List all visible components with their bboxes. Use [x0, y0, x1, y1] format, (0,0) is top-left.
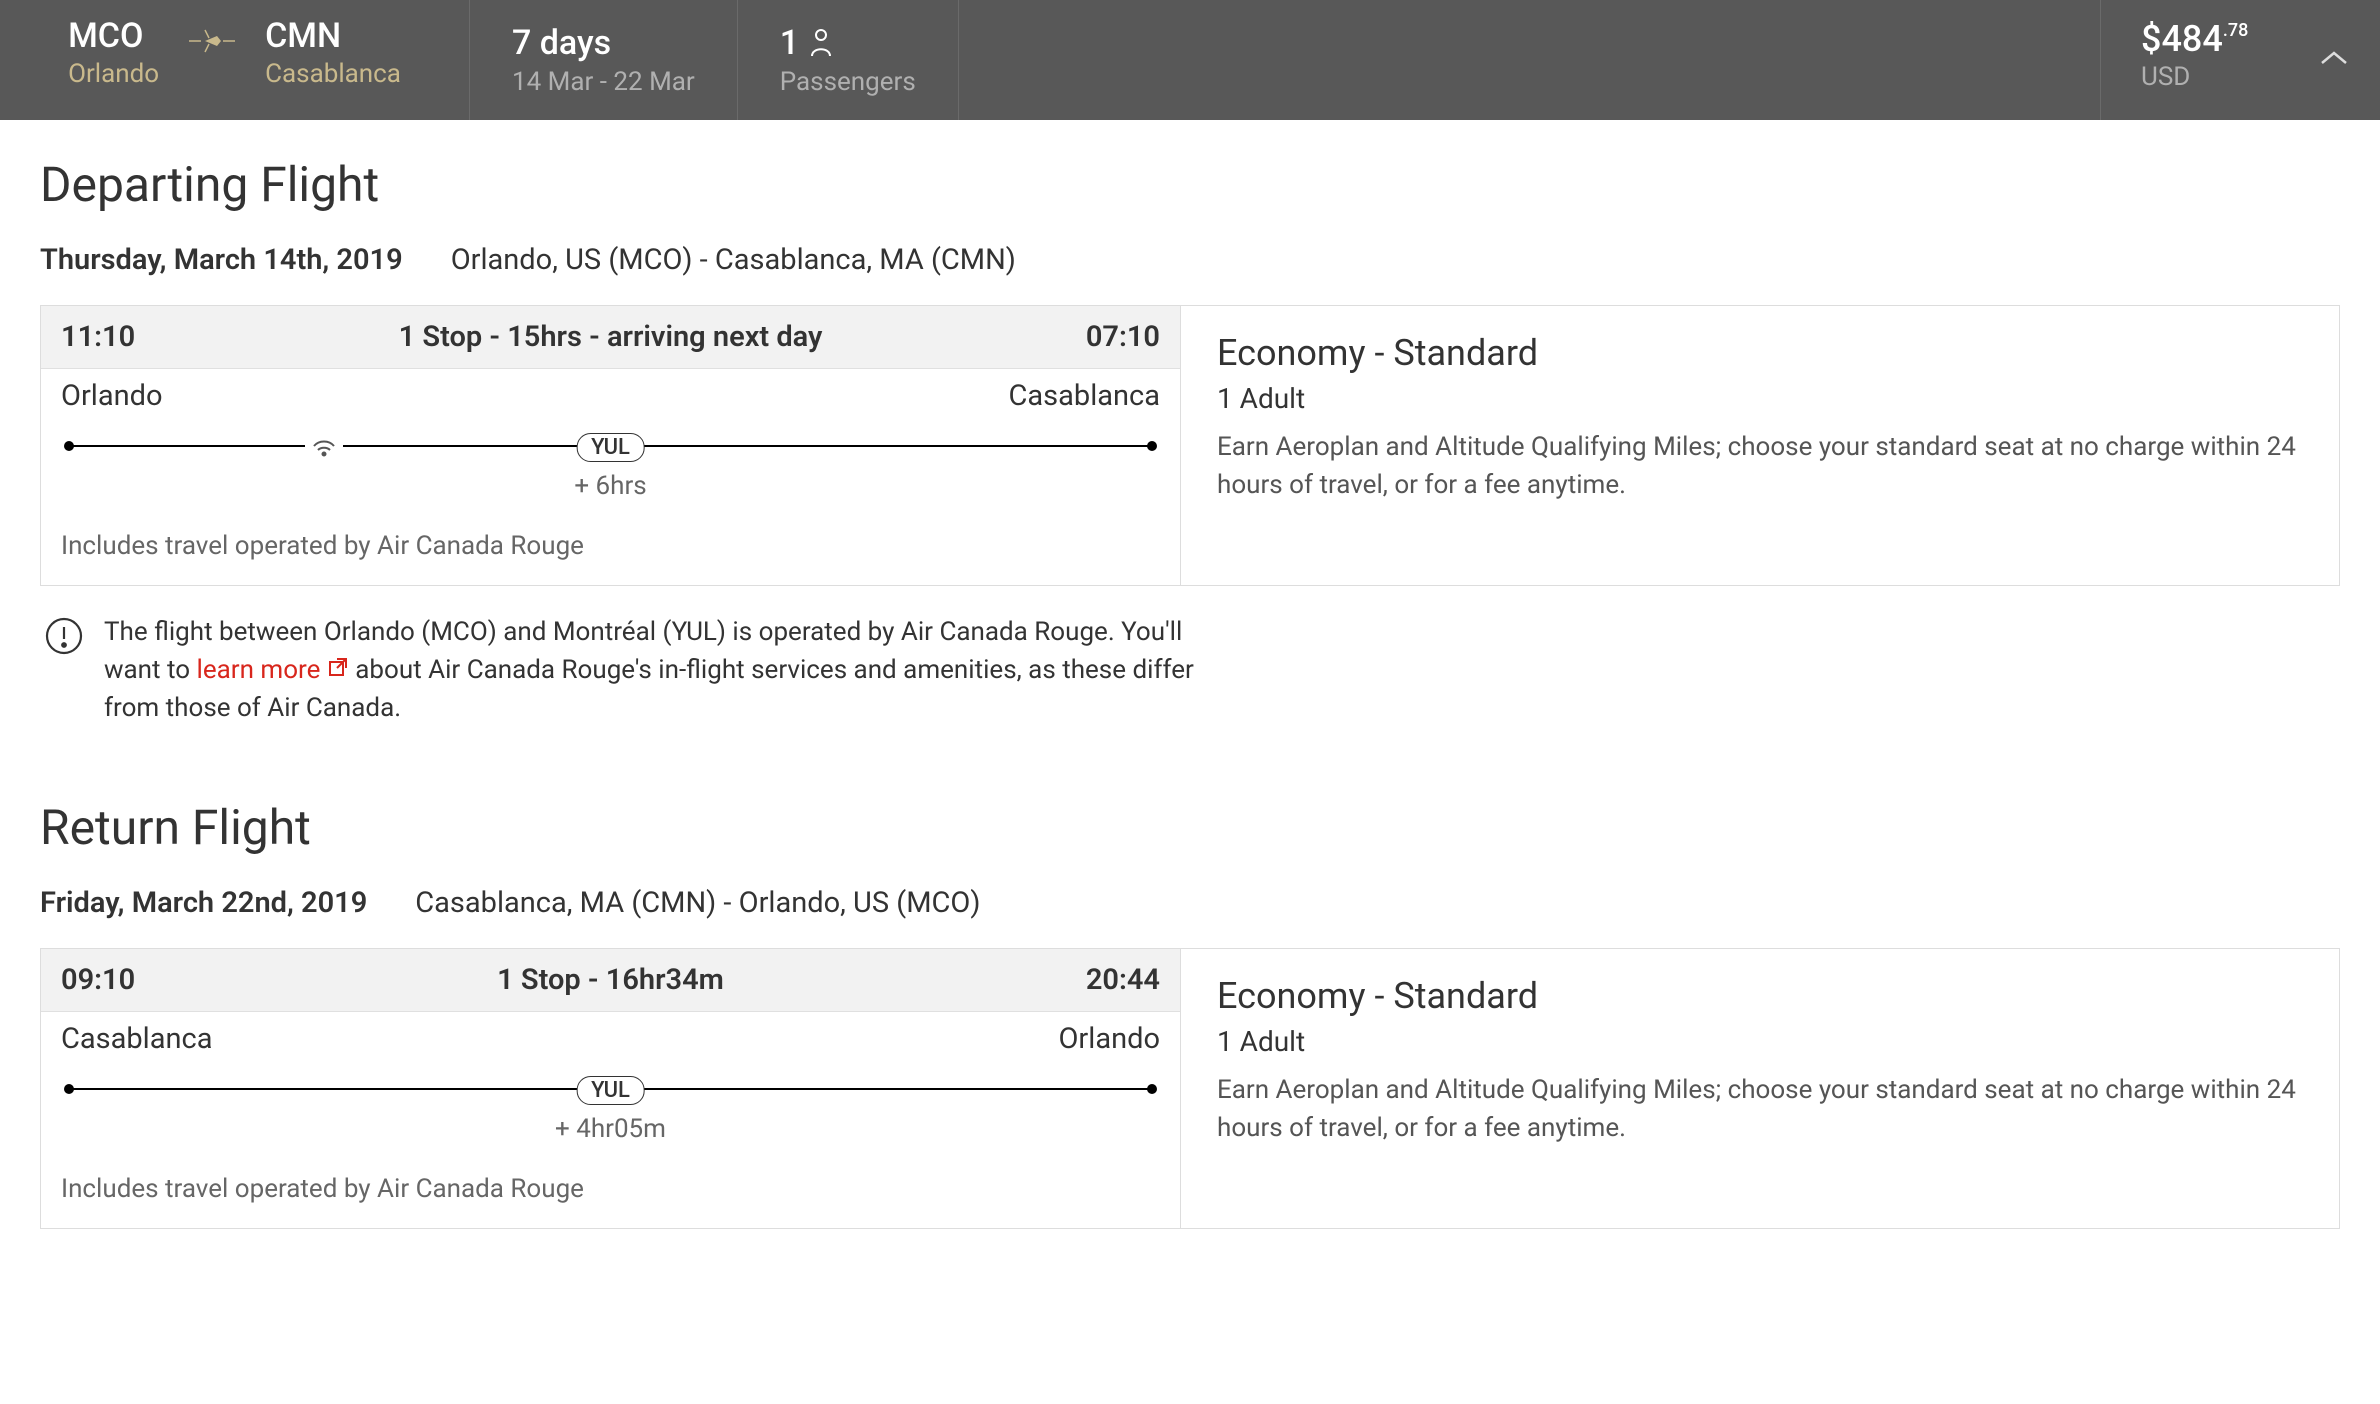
passengers-label: Passengers [780, 67, 916, 97]
summary-header: MCO Orlando CMN Casablanca 7 days 14 Mar… [0, 0, 2380, 120]
dep-city: Orlando [61, 379, 163, 413]
arr-time: 07:10 [1086, 320, 1160, 354]
return-date-route: Friday, March 22nd, 2019 Casablanca, MA … [40, 886, 2340, 920]
plane-icon [187, 24, 237, 62]
dep-time: 11:10 [61, 320, 135, 354]
alert-icon [44, 616, 84, 727]
duration-sub: 14 Mar - 22 Mar [512, 67, 695, 97]
departing-date: Thursday, March 14th, 2019 [40, 243, 403, 277]
origin-city: Orlando [68, 59, 159, 89]
stop-meta: 1 Stop - 15hrs - arriving next day [135, 320, 1086, 354]
passengers-count: 1 [780, 23, 799, 63]
dest-city: Casablanca [265, 59, 401, 89]
fare-title: Economy - Standard [1217, 332, 2303, 374]
flight-head: 09:10 1 Stop - 16hr34m 20:44 [41, 949, 1180, 1012]
fare-title: Economy - Standard [1217, 975, 2303, 1017]
layover-duration: + 4hr05m [61, 1114, 1160, 1144]
departing-date-route: Thursday, March 14th, 2019 Orlando, US (… [40, 243, 2340, 277]
header-passengers-cell[interactable]: 1 Passengers [738, 0, 959, 120]
stop-badge[interactable]: YUL [576, 1076, 645, 1105]
fare-pax: 1 Adult [1217, 382, 2303, 415]
return-flight-card: 09:10 1 Stop - 16hr34m 20:44 Casablanca … [40, 948, 2340, 1229]
external-link-icon [327, 652, 349, 690]
arr-city: Orlando [1058, 1022, 1160, 1056]
departing-flight-card: 11:10 1 Stop - 15hrs - arriving next day… [40, 305, 2340, 586]
operated-by-note: Includes travel operated by Air Canada R… [61, 1174, 1160, 1204]
price-symbol: $ [2141, 18, 2161, 60]
return-route: Casablanca, MA (CMN) - Orlando, US (MCO) [415, 886, 980, 920]
return-section-title: Return Flight [40, 799, 2340, 856]
flight-head: 11:10 1 Stop - 15hrs - arriving next day… [41, 306, 1180, 369]
departing-section-title: Departing Flight [40, 156, 2340, 213]
price-whole: 484 [2161, 18, 2222, 60]
departing-route: Orlando, US (MCO) - Casablanca, MA (CMN) [451, 243, 1016, 277]
fare-description: Earn Aeroplan and Altitude Qualifying Mi… [1217, 1072, 2303, 1147]
dest-code: CMN [265, 18, 401, 55]
header-duration-cell[interactable]: 7 days 14 Mar - 22 Mar [470, 0, 738, 120]
fare-pax: 1 Adult [1217, 1025, 2303, 1058]
stop-meta: 1 Stop - 16hr34m [135, 963, 1086, 997]
person-icon [809, 28, 833, 58]
duration-title: 7 days [512, 23, 695, 63]
arr-city: Casablanca [1009, 379, 1160, 413]
header-price-cell[interactable]: $484.78 USD [2100, 0, 2380, 120]
chevron-up-icon[interactable] [2318, 48, 2350, 72]
stop-badge[interactable]: YUL [576, 433, 645, 462]
learn-more-link[interactable]: learn more [197, 655, 321, 685]
price-currency: USD [2141, 62, 2190, 92]
wifi-icon [305, 435, 343, 461]
dep-time: 09:10 [61, 963, 135, 997]
fare-description: Earn Aeroplan and Altitude Qualifying Mi… [1217, 429, 2303, 504]
rouge-notice: The flight between Orlando (MCO) and Mon… [40, 610, 1220, 787]
price-cents: .78 [2223, 20, 2248, 41]
dep-city: Casablanca [61, 1022, 212, 1056]
return-date: Friday, March 22nd, 2019 [40, 886, 367, 920]
header-route-cell[interactable]: MCO Orlando CMN Casablanca [0, 0, 470, 120]
operated-by-note: Includes travel operated by Air Canada R… [61, 531, 1160, 561]
layover-duration: + 6hrs [61, 471, 1160, 501]
flight-timeline: YUL [65, 1074, 1156, 1104]
origin-code: MCO [68, 18, 159, 55]
flight-timeline: YUL [65, 431, 1156, 461]
arr-time: 20:44 [1086, 963, 1160, 997]
